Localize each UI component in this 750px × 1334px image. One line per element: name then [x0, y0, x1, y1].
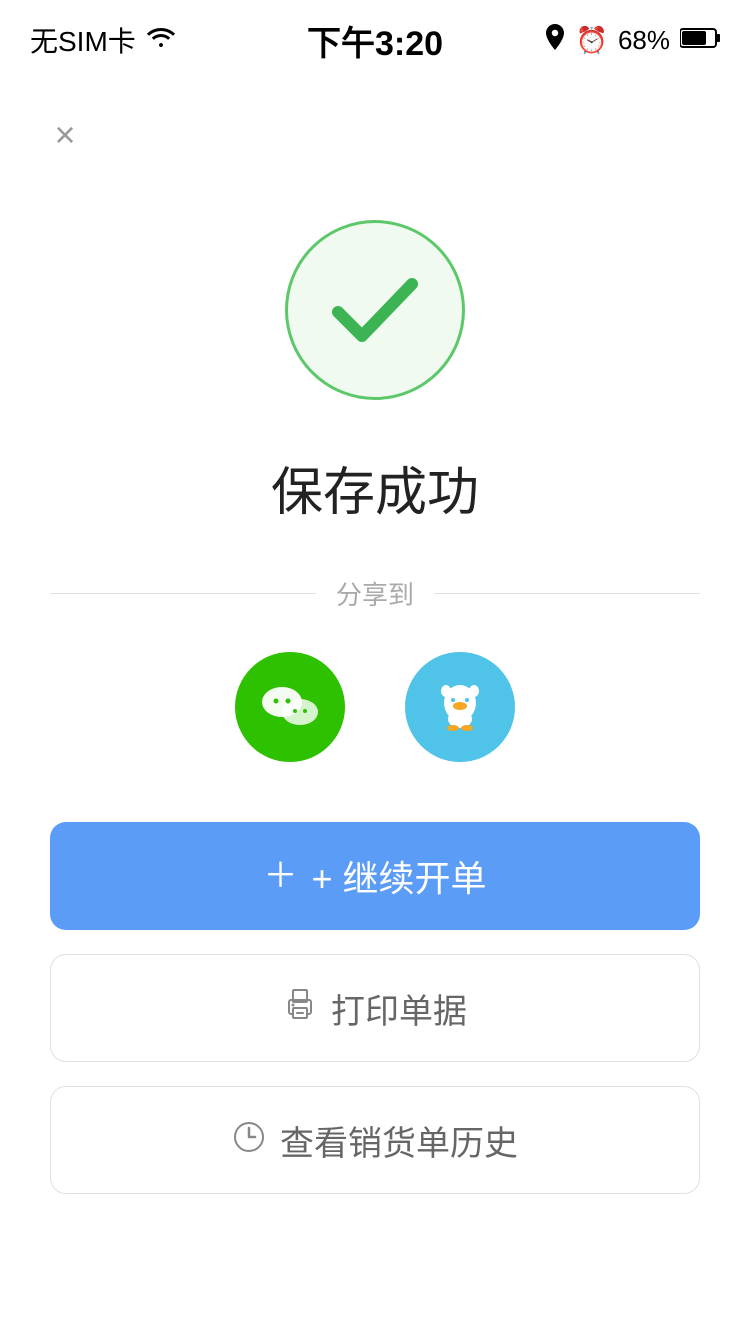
- alarm-icon: ⏰: [576, 25, 608, 56]
- share-qq-button[interactable]: [405, 652, 515, 762]
- divider-right: [434, 593, 700, 594]
- print-icon: [283, 988, 317, 1028]
- print-label: 打印单据: [331, 984, 467, 1033]
- print-button[interactable]: 打印单据: [50, 954, 700, 1062]
- checkmark-icon: [330, 274, 420, 346]
- close-button[interactable]: ×: [40, 110, 90, 160]
- close-btn-wrap: ×: [0, 80, 750, 170]
- wechat-icon: [258, 680, 323, 735]
- share-wechat-button[interactable]: [235, 652, 345, 762]
- history-label: 查看销货单历史: [280, 1116, 518, 1165]
- continue-icon: ＋: [263, 859, 297, 893]
- history-icon: [232, 1120, 266, 1160]
- carrier-label: 无SIM卡: [30, 20, 136, 60]
- status-right: ⏰ 68%: [544, 24, 720, 57]
- battery-icon: [680, 25, 720, 56]
- battery-label: 68%: [618, 25, 670, 56]
- main-content: 保存成功 分享到: [0, 170, 750, 1334]
- share-icons: [50, 652, 700, 762]
- continue-label: + 继续开单: [311, 850, 486, 902]
- continue-order-button[interactable]: ＋ + 继续开单: [50, 822, 700, 930]
- status-bar: 无SIM卡 下午3:20 ⏰ 68%: [0, 0, 750, 80]
- share-section: 分享到: [50, 575, 700, 762]
- success-circle: [285, 220, 465, 400]
- qq-icon: [428, 675, 493, 740]
- location-icon: [544, 24, 566, 57]
- wifi-icon: [146, 24, 176, 56]
- success-title: 保存成功: [271, 450, 479, 525]
- status-time: 下午3:20: [307, 16, 443, 65]
- divider-left: [50, 593, 316, 594]
- share-label: 分享到: [336, 575, 414, 612]
- share-divider: 分享到: [50, 575, 700, 612]
- success-icon-wrap: [285, 220, 465, 400]
- status-left: 无SIM卡: [30, 20, 176, 60]
- action-buttons: ＋ + 继续开单 打印单据 查看销货单: [50, 822, 700, 1194]
- history-button[interactable]: 查看销货单历史: [50, 1086, 700, 1194]
